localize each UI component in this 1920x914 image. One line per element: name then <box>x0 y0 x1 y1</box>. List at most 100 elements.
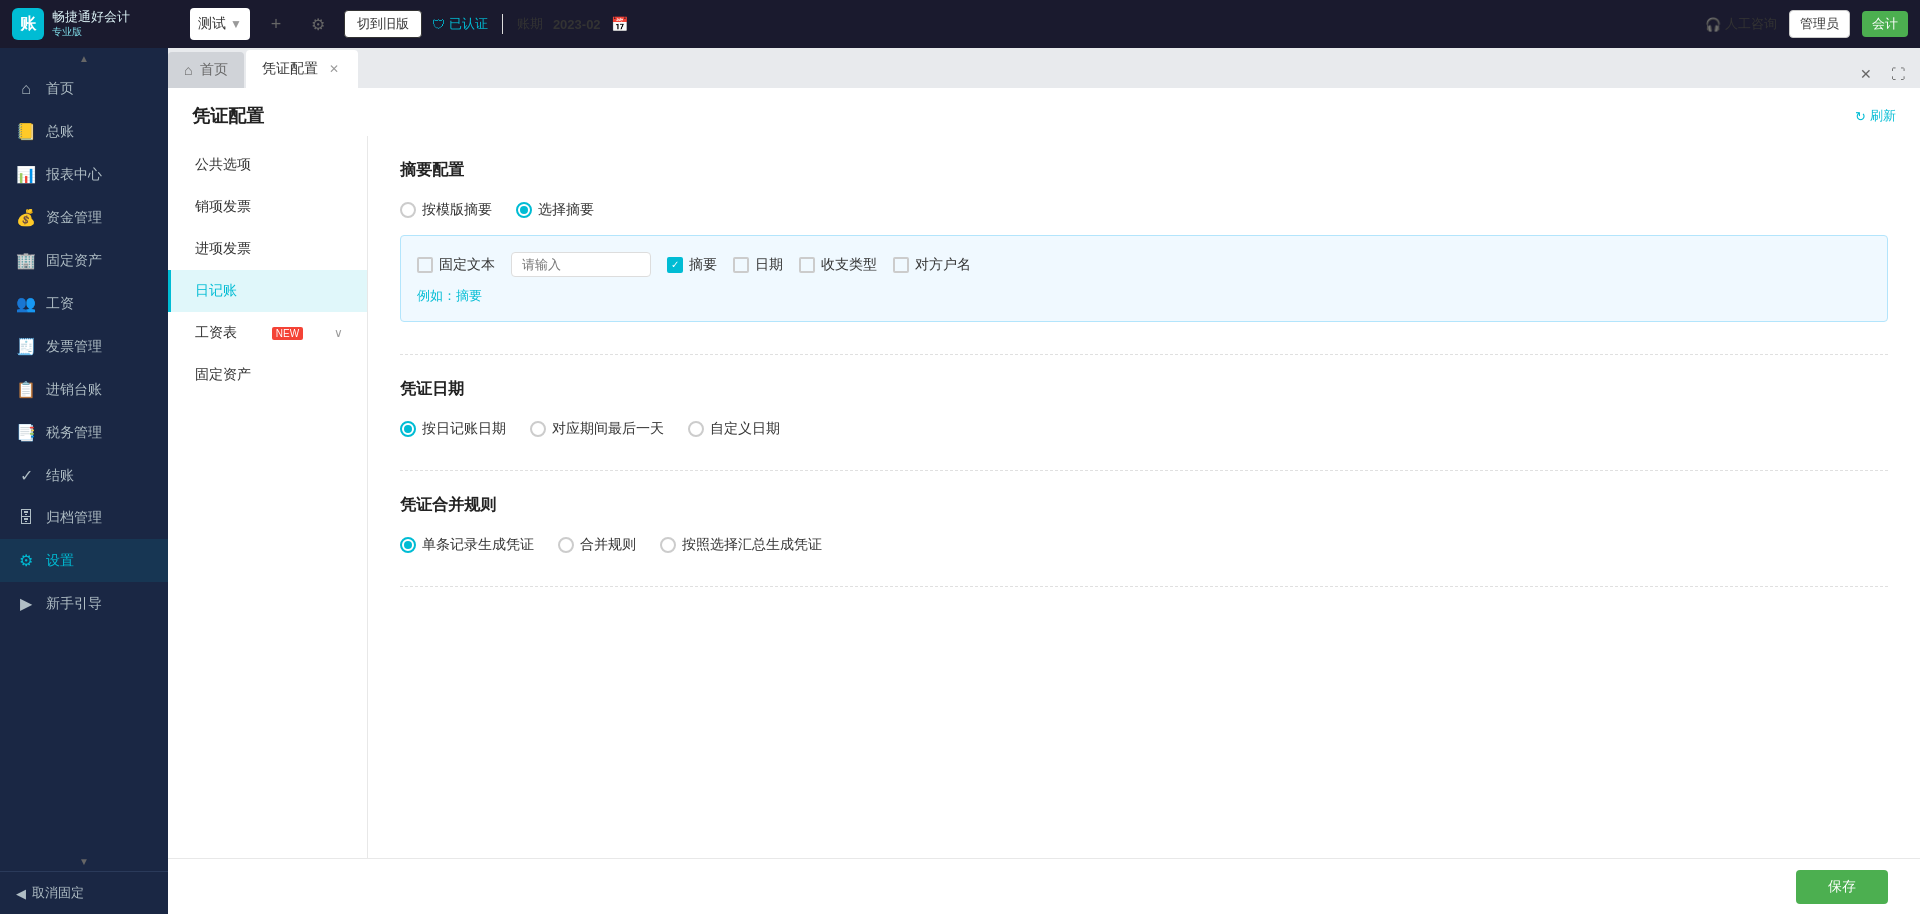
admin-button[interactable]: 管理员 <box>1789 10 1850 38</box>
fixed-text-input[interactable] <box>511 252 651 277</box>
period-value: 2023-02 <box>553 17 601 32</box>
date-radio-custom-label: 自定义日期 <box>710 420 780 438</box>
logo-area: 账 畅捷通好会计 专业版 <box>12 8 180 40</box>
main-layout: ▲ ⌂ 首页 📒 总账 📊 报表中心 💰 资金管理 🏢 固定资产 <box>0 48 1920 914</box>
logo-text: 畅捷通好会计 <box>52 9 130 25</box>
ledger-icon: 📒 <box>16 122 36 141</box>
tabs-actions: ✕ ⛶ <box>1844 60 1920 88</box>
page-content: 凭证配置 ↻ 刷新 公共选项 销项发票 进项发票 日记账 工资表 <box>168 88 1920 914</box>
summary-radio-template-circle <box>400 202 416 218</box>
summary-radio-group: 按模版摘要 选择摘要 <box>400 201 1888 219</box>
sidebar-item-reports[interactable]: 📊 报表中心 <box>0 153 168 196</box>
tab-home[interactable]: ⌂ 首页 <box>168 52 244 88</box>
sidebar-item-home[interactable]: ⌂ 首页 <box>0 68 168 110</box>
expand-tab-action[interactable]: ⛶ <box>1884 60 1912 88</box>
sidebar: ▲ ⌂ 首页 📒 总账 📊 报表中心 💰 资金管理 🏢 固定资产 <box>0 48 168 914</box>
example-value: 摘要 <box>456 288 482 303</box>
consult-button[interactable]: 🎧 人工咨询 <box>1705 15 1777 33</box>
save-button[interactable]: 保存 <box>1796 870 1888 904</box>
project-name: 测试 <box>198 15 226 33</box>
date-radio-custom[interactable]: 自定义日期 <box>688 420 780 438</box>
summary-checkbox-label: 摘要 <box>689 256 717 274</box>
summary-radio-select[interactable]: 选择摘要 <box>516 201 594 219</box>
cancel-fixed-button[interactable]: ◀ 取消固定 <box>16 884 152 902</box>
date-radio-last-day-label: 对应期间最后一天 <box>552 420 664 438</box>
nav-payroll-row: 工资表 NEW ∨ <box>195 324 343 342</box>
old-version-button[interactable]: 切到旧版 <box>344 10 422 38</box>
sidebar-scroll-down[interactable]: ▼ <box>0 851 168 871</box>
counterparty-checkbox[interactable]: 对方户名 <box>893 256 971 274</box>
merge-radio-rules[interactable]: 合并规则 <box>558 536 636 554</box>
sidebar-label-ledger: 总账 <box>46 123 74 141</box>
certified-badge: 🛡 已认证 <box>432 15 488 33</box>
merge-title: 凭证合并规则 <box>400 495 1888 516</box>
payroll-icon: 👥 <box>16 294 36 313</box>
sidebar-item-tax[interactable]: 📑 税务管理 <box>0 411 168 454</box>
sidebar-scroll-up[interactable]: ▲ <box>0 48 168 68</box>
cancel-fixed-label: 取消固定 <box>32 884 84 902</box>
date-radio-last-day[interactable]: 对应期间最后一天 <box>530 420 664 438</box>
sales-icon: 📋 <box>16 380 36 399</box>
certified-label: 已认证 <box>449 15 488 33</box>
config-nav-public[interactable]: 公共选项 <box>168 144 367 186</box>
config-nav-fixed-assets[interactable]: 固定资产 <box>168 354 367 396</box>
content-area: ⌂ 首页 凭证配置 ✕ ✕ ⛶ 凭证配置 ↻ 刷新 <box>168 48 1920 914</box>
tab-voucher-config[interactable]: 凭证配置 ✕ <box>246 50 358 88</box>
sidebar-item-archive[interactable]: 🗄 归档管理 <box>0 497 168 539</box>
new-badge: NEW <box>272 327 303 340</box>
add-button[interactable]: + <box>260 8 292 40</box>
date-radio-group: 按日记账日期 对应期间最后一天 自定义日期 <box>400 420 1888 438</box>
refresh-icon: ↻ <box>1855 109 1866 124</box>
date-title: 凭证日期 <box>400 379 1888 400</box>
header-separator <box>502 14 503 34</box>
payroll-nav-label: 工资表 <box>195 324 237 342</box>
merge-radio-single[interactable]: 单条记录生成凭证 <box>400 536 534 554</box>
header-project[interactable]: 测试 ▼ <box>190 8 250 40</box>
summary-radio-template-label: 按模版摘要 <box>422 201 492 219</box>
top-header: 账 畅捷通好会计 专业版 测试 ▼ + ⚙ 切到旧版 🛡 已认证 账期 2023… <box>0 0 1920 48</box>
guide-icon: ▶ <box>16 594 36 613</box>
calendar-icon[interactable]: 📅 <box>611 16 628 32</box>
payroll-chevron-icon: ∨ <box>334 326 343 340</box>
gear-icon[interactable]: ⚙ <box>302 8 334 40</box>
date-checkbox-box <box>733 257 749 273</box>
config-nav-journal[interactable]: 日记账 <box>168 270 367 312</box>
sidebar-item-assets[interactable]: 🏢 固定资产 <box>0 239 168 282</box>
archive-icon: 🗄 <box>16 509 36 527</box>
sidebar-item-payroll[interactable]: 👥 工资 <box>0 282 168 325</box>
sidebar-label-home: 首页 <box>46 80 74 98</box>
income-type-checkbox-box <box>799 257 815 273</box>
income-type-checkbox[interactable]: 收支类型 <box>799 256 877 274</box>
sidebar-item-close[interactable]: ✓ 结账 <box>0 454 168 497</box>
close-tab-action[interactable]: ✕ <box>1852 60 1880 88</box>
date-checkbox[interactable]: 日期 <box>733 256 783 274</box>
tab-close-button[interactable]: ✕ <box>326 61 342 77</box>
config-nav-purchase-invoice[interactable]: 进项发票 <box>168 228 367 270</box>
date-radio-journal-circle <box>400 421 416 437</box>
date-radio-journal[interactable]: 按日记账日期 <box>400 420 506 438</box>
merge-radio-rules-label: 合并规则 <box>580 536 636 554</box>
sidebar-item-invoice[interactable]: 🧾 发票管理 <box>0 325 168 368</box>
date-radio-last-day-circle <box>530 421 546 437</box>
date-radio-custom-circle <box>688 421 704 437</box>
refresh-label: 刷新 <box>1870 107 1896 125</box>
merge-radio-summary-circle <box>660 537 676 553</box>
config-nav-sales-invoice[interactable]: 销项发票 <box>168 186 367 228</box>
sidebar-item-ledger[interactable]: 📒 总账 <box>0 110 168 153</box>
counterparty-checkbox-box <box>893 257 909 273</box>
sidebar-item-sales[interactable]: 📋 进销台账 <box>0 368 168 411</box>
config-nav-payroll-sheet[interactable]: 工资表 NEW ∨ <box>168 312 367 354</box>
merge-radio-summary[interactable]: 按照选择汇总生成凭证 <box>660 536 822 554</box>
summary-checkbox[interactable]: ✓ 摘要 <box>667 256 717 274</box>
close-books-icon: ✓ <box>16 466 36 485</box>
accountant-button[interactable]: 会计 <box>1862 11 1908 37</box>
reports-icon: 📊 <box>16 165 36 184</box>
summary-radio-select-circle <box>516 202 532 218</box>
summary-radio-template[interactable]: 按模版摘要 <box>400 201 492 219</box>
sidebar-item-settings[interactable]: ⚙ 设置 <box>0 539 168 582</box>
sidebar-item-guide[interactable]: ▶ 新手引导 <box>0 582 168 625</box>
refresh-button[interactable]: ↻ 刷新 <box>1855 107 1896 125</box>
config-layout: 公共选项 销项发票 进项发票 日记账 工资表 NEW ∨ 固定资产 <box>168 136 1920 858</box>
sidebar-item-funds[interactable]: 💰 资金管理 <box>0 196 168 239</box>
fixed-text-checkbox[interactable]: 固定文本 <box>417 256 495 274</box>
